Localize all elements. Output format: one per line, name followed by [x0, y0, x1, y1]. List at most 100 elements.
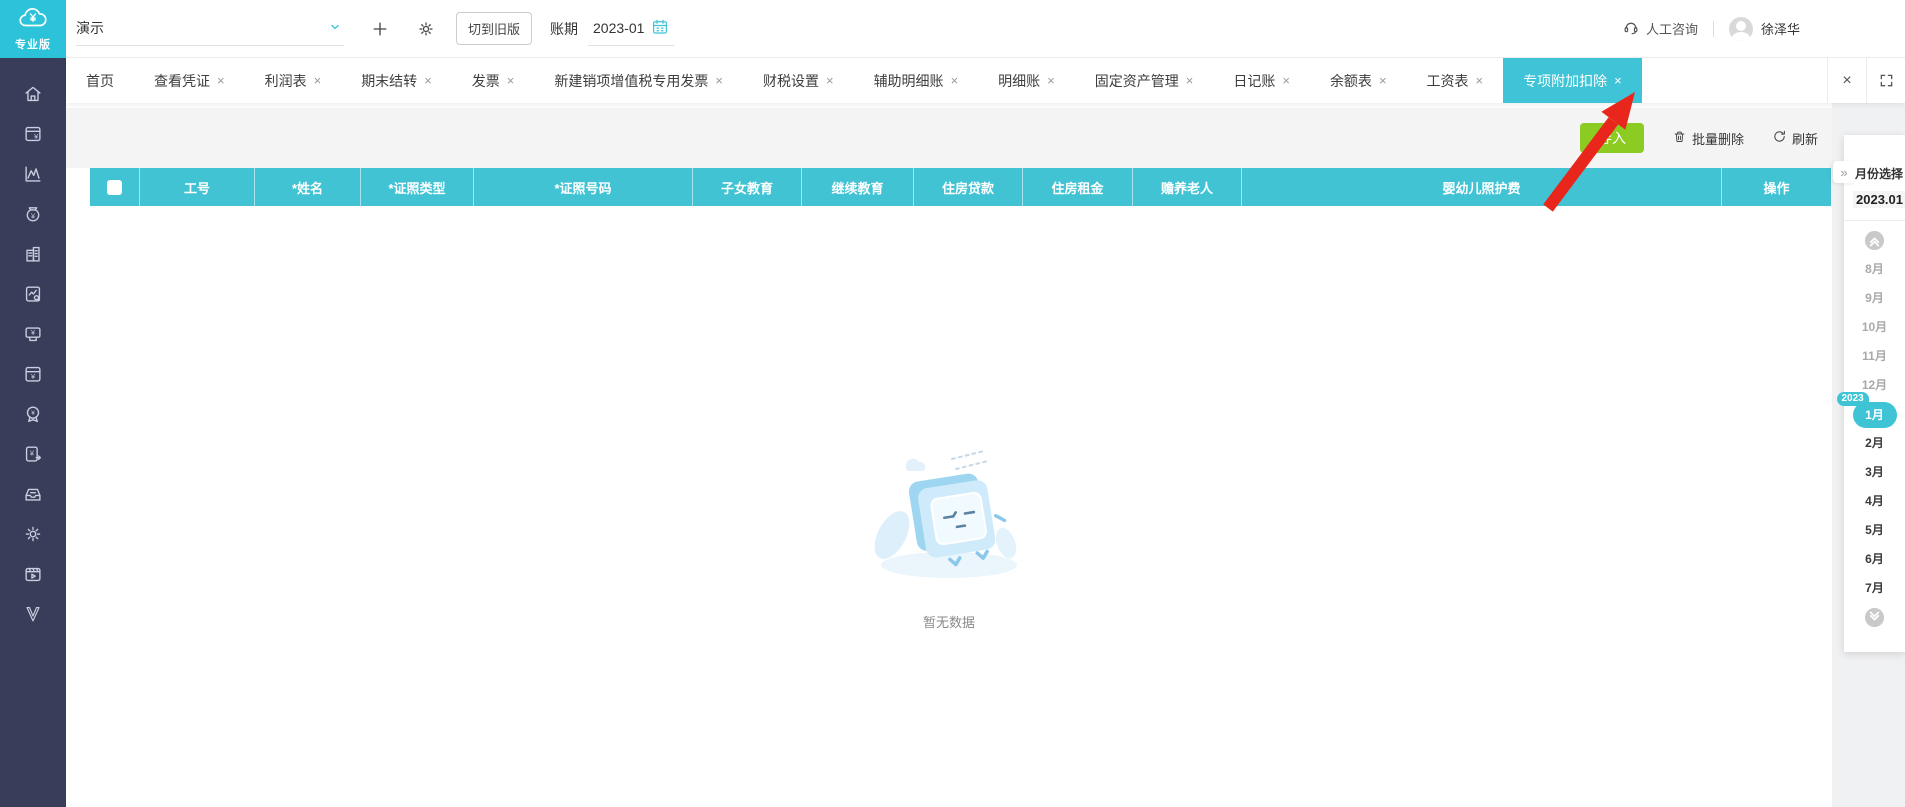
sidebar-item-voucher[interactable]: ¥	[0, 114, 66, 154]
chevron-down-icon	[326, 18, 344, 39]
fullscreen-button[interactable]	[1866, 58, 1905, 103]
voucher-icon: ¥	[22, 123, 44, 145]
close-icon[interactable]: ×	[1614, 73, 1622, 88]
sidebar-item-statements[interactable]	[0, 274, 66, 314]
close-icon[interactable]: ×	[314, 73, 322, 88]
month-item[interactable]: 11月	[1862, 342, 1887, 371]
tab-label: 首页	[86, 72, 114, 89]
video-icon	[22, 563, 44, 585]
month-item[interactable]: 2月	[1865, 429, 1884, 458]
month-item[interactable]: 6月	[1865, 545, 1884, 574]
add-company-button[interactable]	[370, 19, 390, 39]
tab-finance-tax-settings[interactable]: 财税设置 ×	[743, 58, 854, 103]
tab-period-end-carryover[interactable]: 期末结转 ×	[341, 58, 452, 103]
tab-auxiliary-ledger[interactable]: 辅助明细账 ×	[854, 58, 979, 103]
tab-new-output-vat-invoice[interactable]: 新建销项增值税专用发票 ×	[534, 58, 743, 103]
settings-gear-icon[interactable]	[416, 19, 436, 39]
company-select-value: 演示	[76, 20, 104, 36]
tab-balance-sheet[interactable]: 余额表 ×	[1310, 58, 1407, 103]
sidebar-item-carryover[interactable]: ¥	[0, 434, 66, 474]
tab-fixed-assets[interactable]: 固定资产管理 ×	[1075, 58, 1214, 103]
cash-withdraw-icon: ¥	[22, 323, 44, 345]
tab-label: 发票	[471, 72, 500, 89]
month-item[interactable]: 9月	[1865, 284, 1884, 313]
close-icon[interactable]: ×	[1282, 73, 1290, 88]
select-all-cell	[90, 168, 140, 206]
close-icon[interactable]: ×	[507, 73, 515, 88]
calendar-icon	[651, 18, 669, 39]
tab-special-additional-deduction[interactable]: 专项附加扣除 ×	[1503, 58, 1642, 103]
tab-payroll[interactable]: 工资表 ×	[1407, 58, 1504, 103]
switch-old-version-button[interactable]: 切到旧版	[456, 12, 533, 45]
tab-profit-statement[interactable]: 利润表 ×	[245, 58, 342, 103]
empty-state-illustration	[854, 450, 1044, 597]
tab-view-voucher[interactable]: 查看凭证 ×	[134, 58, 245, 103]
tab-label: 工资表	[1426, 72, 1469, 89]
month-item[interactable]: 5月	[1865, 516, 1884, 545]
tab-label: 查看凭证	[154, 72, 210, 89]
tab-label: 新建销项增值税专用发票	[554, 72, 709, 89]
sidebar-item-cash[interactable]: ¥	[0, 314, 66, 354]
col-continuing-education: 继续教育	[802, 168, 914, 206]
support-label: 人工咨询	[1645, 22, 1698, 37]
main-content: 导入 批量删除 刷新 工号 *姓名 *证照类型 *证照号码 子女教育 继续教育 …	[66, 103, 1832, 807]
scroll-up-button[interactable]	[1864, 226, 1885, 255]
close-icon[interactable]: ×	[951, 73, 959, 88]
col-child-education: 子女教育	[693, 168, 802, 206]
month-item[interactable]: 10月	[1862, 313, 1887, 342]
select-all-checkbox[interactable]	[107, 179, 122, 195]
tab-invoice[interactable]: 发票 ×	[452, 58, 535, 103]
toolbar: 导入 批量删除 刷新	[66, 108, 1832, 168]
sidebar-item-settings[interactable]	[0, 514, 66, 554]
month-item[interactable]: 4月	[1865, 487, 1884, 516]
close-icon[interactable]: ×	[1379, 73, 1387, 88]
sidebar-item-enterprise[interactable]	[0, 234, 66, 274]
tab-label: 专项附加扣除	[1523, 72, 1608, 89]
sidebar-item-reports[interactable]	[0, 154, 66, 194]
tab-label: 利润表	[264, 72, 307, 89]
report-doc-icon	[22, 283, 44, 305]
username[interactable]: 徐泽华	[1761, 19, 1800, 38]
sidebar-item-home[interactable]	[0, 74, 66, 114]
close-icon[interactable]: ×	[1047, 73, 1055, 88]
close-icon[interactable]: ×	[1186, 73, 1194, 88]
month-item-selected[interactable]: 2023 1月	[1836, 391, 1897, 428]
sidebar: 专业版 ¥ ¥ ¥ ¥ ¥ ¥	[0, 0, 66, 807]
tab-label: 明细账	[998, 72, 1041, 89]
import-button[interactable]: 导入	[1579, 123, 1644, 153]
month-item[interactable]: 3月	[1865, 458, 1884, 487]
tab-label: 财税设置	[762, 72, 819, 89]
tab-journal[interactable]: 日记账 ×	[1213, 58, 1310, 103]
close-icon[interactable]: ×	[715, 73, 723, 88]
scroll-down-button[interactable]	[1864, 603, 1885, 632]
sidebar-item-archive[interactable]	[0, 474, 66, 514]
close-icon[interactable]: ×	[1476, 73, 1484, 88]
close-icon[interactable]: ×	[424, 73, 432, 88]
collapse-panel-handle[interactable]: »	[1833, 161, 1855, 183]
sidebar-item-tax[interactable]: ¥	[0, 394, 66, 434]
tab-label: 固定资产管理	[1094, 72, 1179, 89]
refresh-button[interactable]: 刷新	[1772, 129, 1818, 148]
month-item[interactable]: 8月	[1865, 255, 1884, 284]
tab-detail-ledger[interactable]: 明细账 ×	[978, 58, 1075, 103]
sidebar-item-salary[interactable]: ¥	[0, 354, 66, 394]
batch-delete-label: 批量删除	[1691, 131, 1744, 147]
avatar[interactable]	[1728, 16, 1753, 41]
line-chart-icon	[22, 163, 44, 185]
month-item[interactable]: 7月	[1865, 574, 1884, 603]
support-link[interactable]: 人工咨询	[1622, 18, 1698, 39]
sidebar-item-funds[interactable]: ¥	[0, 194, 66, 234]
svg-text:¥: ¥	[31, 211, 36, 220]
batch-delete-button[interactable]: 批量删除	[1672, 129, 1744, 148]
company-select[interactable]: 演示	[76, 11, 344, 46]
period-picker[interactable]: 2023-01	[588, 11, 675, 46]
sidebar-item-tutorial[interactable]	[0, 554, 66, 594]
close-all-tabs-button[interactable]: ×	[1827, 58, 1866, 103]
col-housing-rent: 住房租金	[1023, 168, 1133, 206]
close-icon[interactable]: ×	[217, 73, 225, 88]
sidebar-item-brand[interactable]	[0, 594, 66, 634]
app-logo[interactable]: 专业版	[0, 0, 66, 58]
right-rail: » 月份选择 2023.01 8月 9月 10月 11月 12月 2023 1月 …	[1832, 103, 1905, 807]
close-icon[interactable]: ×	[826, 73, 834, 88]
tab-home[interactable]: 首页	[66, 58, 134, 103]
